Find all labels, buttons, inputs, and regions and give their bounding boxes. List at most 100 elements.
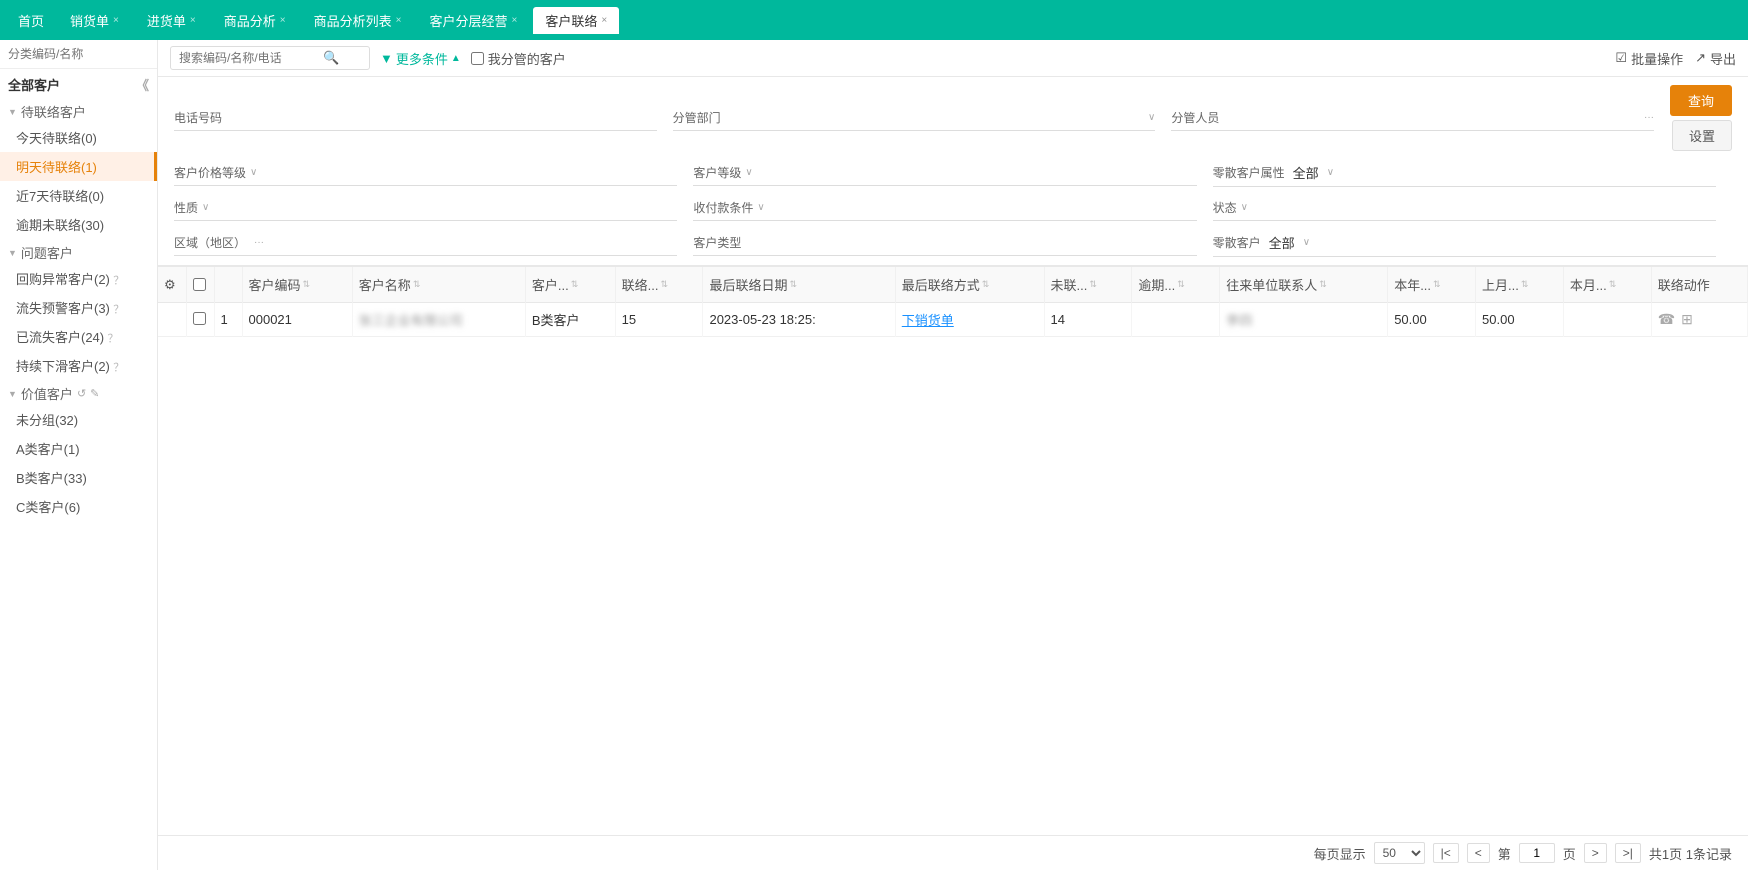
sidebar-item-class-b[interactable]: B类客户(33) [0, 463, 157, 492]
col-contact-person[interactable]: 往来单位联系人 ⇅ [1220, 267, 1388, 303]
check-square-icon: ☑ [1615, 50, 1627, 66]
status-field: 状态 ∨ [1213, 195, 1716, 221]
total-label: 共1页 1条记录 [1649, 844, 1732, 863]
top-nav: 首页 销货单 × 进货单 × 商品分析 × 商品分析列表 × 客户分层经营 × … [0, 0, 1748, 40]
close-customer-tier-icon[interactable]: × [511, 15, 517, 26]
cell-last-contact-method[interactable]: 下销货单 [895, 303, 1044, 337]
value-edit-icon[interactable]: ✎ [90, 387, 99, 400]
more-filter-btn[interactable]: ▼ 更多条件 ▲ [380, 49, 461, 68]
page-size-select[interactable]: 50 100 200 [1374, 842, 1425, 864]
col-type[interactable]: 客户... ⇅ [525, 267, 615, 303]
col-contact[interactable]: 联络... ⇅ [615, 267, 703, 303]
cell-settings [158, 303, 186, 337]
col-no [214, 267, 242, 303]
close-goods-analysis-list-icon[interactable]: × [396, 15, 402, 26]
status-arrow: ∨ [1241, 202, 1248, 213]
phone-input[interactable] [226, 111, 657, 125]
dept-input[interactable] [725, 111, 1144, 125]
export-btn[interactable]: ↗ 导出 [1695, 49, 1736, 68]
col-checkbox[interactable] [186, 267, 214, 303]
nav-home[interactable]: 首页 [8, 7, 54, 34]
cell-type: B类客户 [525, 303, 615, 337]
first-page-btn[interactable]: |< [1433, 843, 1459, 863]
sidebar-item-lost[interactable]: 已流失客户(24) ？ [0, 322, 157, 351]
table-row: 1 000021 张三企业有限公司 B类客户 15 2023-05-23 18:… [158, 303, 1748, 337]
sort-year-icon: ⇅ [1433, 279, 1441, 290]
cell-this-month [1563, 303, 1651, 337]
close-goods-analysis-icon[interactable]: × [280, 15, 286, 26]
content-area: 🔍 ▼ 更多条件 ▲ 我分管的客户 ☑ 批量操作 ↗ 导出 [158, 40, 1748, 870]
page-size-label: 每页显示 [1314, 844, 1366, 863]
page-suffix: 页 [1563, 844, 1576, 863]
sidebar-item-class-c[interactable]: C类客户(6) [0, 492, 157, 521]
nav-purchase[interactable]: 进货单 × [135, 7, 208, 34]
nav-goods-analysis-list[interactable]: 商品分析列表 × [302, 7, 414, 34]
action-phone-icon[interactable]: ☎ [1658, 311, 1675, 328]
col-last-month[interactable]: 上月... ⇅ [1476, 267, 1564, 303]
my-customer-checkbox[interactable] [471, 52, 484, 65]
level-arrow: ∨ [745, 167, 752, 178]
col-name[interactable]: 客户名称 ⇅ [352, 267, 525, 303]
col-last-contact-date[interactable]: 最后联络日期 ⇅ [703, 267, 895, 303]
reset-button[interactable]: 设置 [1672, 120, 1732, 151]
page-number-input[interactable] [1519, 843, 1555, 863]
cell-overdue [1132, 303, 1220, 337]
sidebar-item-loss-risk[interactable]: 流失预警客户(3) ？ [0, 293, 157, 322]
cell-no: 1 [214, 303, 242, 337]
batch-ops-btn[interactable]: ☑ 批量操作 [1615, 49, 1683, 68]
value-section-label: 价值客户 ↺ ✎ [0, 380, 157, 405]
nav-customer-tier[interactable]: 客户分层经营 × [417, 7, 529, 34]
payment-arrow: ∨ [757, 202, 764, 213]
cell-code: 000021 [242, 303, 352, 337]
sort-code-icon: ⇅ [303, 279, 311, 290]
sidebar-item-class-a[interactable]: A类客户(1) [0, 434, 157, 463]
sidebar-item-week-contact[interactable]: 近7天待联络(0) [0, 181, 157, 210]
sidebar-search-input[interactable] [8, 47, 158, 61]
search-icon[interactable]: 🔍 [323, 50, 339, 66]
sidebar-item-today-contact[interactable]: 今天待联络(0) [0, 123, 157, 152]
action-menu-icon[interactable]: ⊞ [1681, 311, 1693, 328]
nav-customer-contact[interactable]: 客户联络 × [533, 7, 619, 34]
filter-panel: 电话号码 分管部门 ∨ 分管人员 ··· 查询 设置 [158, 77, 1748, 266]
select-all-checkbox[interactable] [193, 278, 206, 291]
nav-goods-analysis[interactable]: 商品分析 × [212, 7, 298, 34]
sort-person-icon: ⇅ [1319, 279, 1327, 290]
manager-input[interactable] [1223, 111, 1640, 125]
close-purchase-icon[interactable]: × [190, 15, 196, 26]
my-customer-check[interactable]: 我分管的客户 [471, 49, 566, 68]
sidebar-item-ungrouped[interactable]: 未分组(32) [0, 405, 157, 434]
phone-field: 电话号码 [174, 105, 657, 131]
value-refresh-icon[interactable]: ↺ [77, 387, 86, 400]
sort-this-month-icon: ⇅ [1609, 279, 1617, 290]
cell-checkbox[interactable] [186, 303, 214, 337]
col-overdue[interactable]: 逾期... ⇅ [1132, 267, 1220, 303]
sidebar-item-tomorrow-contact[interactable]: 明天待联络(1) [0, 152, 157, 181]
col-this-month[interactable]: 本月... ⇅ [1563, 267, 1651, 303]
query-button[interactable]: 查询 [1670, 85, 1732, 116]
next-page-btn[interactable]: > [1584, 843, 1607, 863]
sidebar-item-continuous-decline[interactable]: 持续下滑客户(2) ？ [0, 351, 157, 380]
col-this-year[interactable]: 本年... ⇅ [1388, 267, 1476, 303]
sidebar-search-wrap: 🔍 [0, 40, 157, 69]
manager-more-icon: ··· [1644, 112, 1654, 123]
price-level-arrow: ∨ [250, 167, 257, 178]
close-customer-contact-icon[interactable]: × [601, 15, 607, 26]
sort-overdue-icon: ⇅ [1177, 279, 1185, 290]
col-last-contact-method[interactable]: 最后联络方式 ⇅ [895, 267, 1044, 303]
sidebar-item-repurchase-abnormal[interactable]: 回购异常客户(2) ？ [0, 264, 157, 293]
collapse-icon[interactable]: 《 [136, 75, 149, 94]
nature-arrow: ∨ [202, 202, 209, 213]
sidebar-item-overdue-contact[interactable]: 逾期未联络(30) [0, 210, 157, 239]
close-sales-icon[interactable]: × [113, 15, 119, 26]
col-not-contacted[interactable]: 未联... ⇅ [1044, 267, 1132, 303]
cell-contact: 15 [615, 303, 703, 337]
prev-page-btn[interactable]: < [1467, 843, 1490, 863]
search-input[interactable] [179, 51, 319, 65]
cell-name: 张三企业有限公司 [352, 303, 525, 337]
col-code[interactable]: 客户编码 ⇅ [242, 267, 352, 303]
nav-sales[interactable]: 销货单 × [58, 7, 131, 34]
col-settings[interactable]: ⚙ [158, 267, 186, 303]
current-page-label: 第 [1498, 844, 1511, 863]
sort-type-icon: ⇅ [571, 279, 579, 290]
last-page-btn[interactable]: >| [1615, 843, 1641, 863]
